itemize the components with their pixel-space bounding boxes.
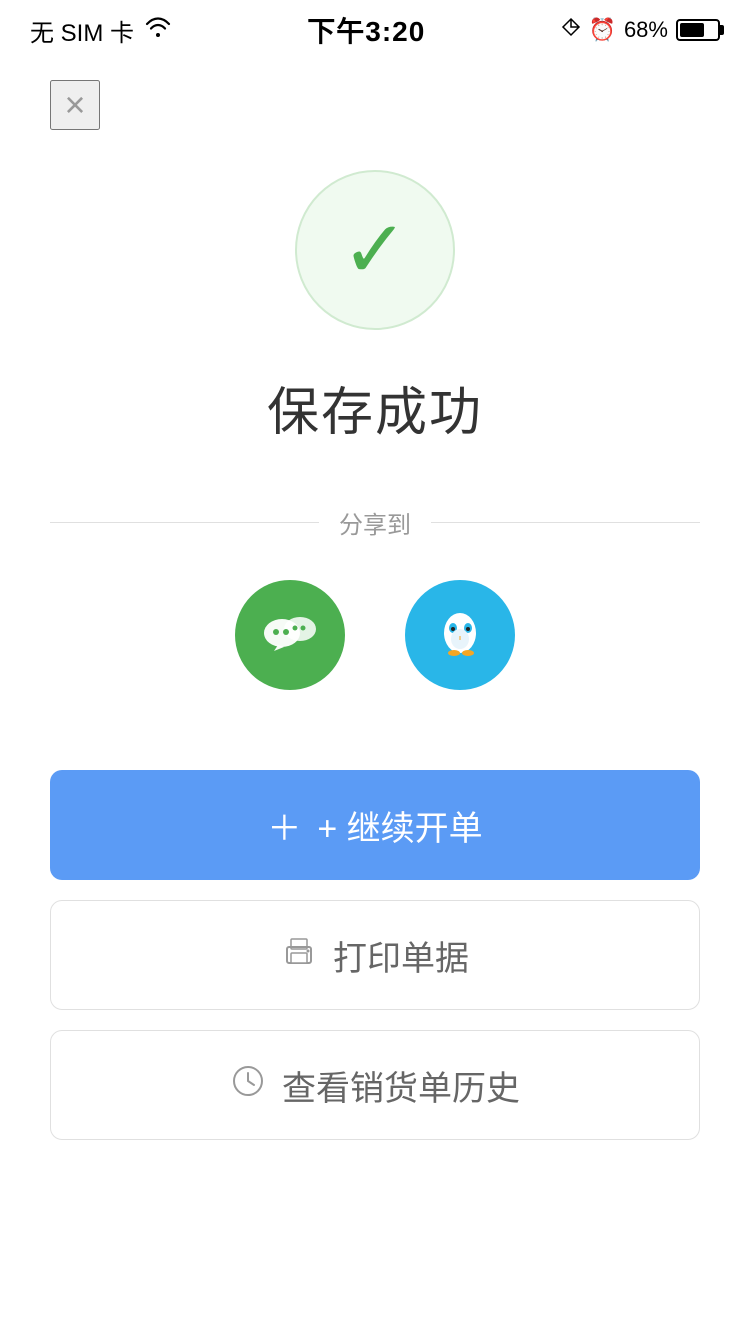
print-label: 打印单据 — [333, 931, 469, 980]
battery-icon — [676, 19, 720, 41]
success-circle: ✓ — [295, 170, 455, 330]
history-icon — [230, 1063, 266, 1108]
status-bar: 无 SIM 卡 下午3:20 ⏰ 68% — [0, 0, 750, 60]
sim-label: 无 SIM 卡 — [30, 13, 134, 48]
plus-icon: ＋ — [267, 801, 301, 850]
close-button[interactable]: × — [50, 80, 100, 130]
wechat-share-button[interactable] — [235, 580, 345, 690]
checkmark-icon: ✓ — [341, 210, 408, 290]
wechat-logo — [258, 603, 323, 668]
continue-order-label: + 继续开单 — [317, 801, 482, 850]
location-icon — [561, 17, 581, 43]
qq-share-button[interactable] — [405, 580, 515, 690]
share-label: 分享到 — [339, 505, 411, 540]
status-time: 下午3:20 — [307, 10, 425, 50]
continue-order-button[interactable]: ＋ + 继续开单 — [50, 770, 700, 880]
print-button[interactable]: 打印单据 — [50, 900, 700, 1010]
printer-icon — [281, 933, 317, 978]
wifi-icon — [144, 17, 172, 43]
history-label: 查看销货单历史 — [282, 1061, 520, 1110]
qq-logo — [428, 603, 493, 668]
share-divider: 分享到 — [50, 505, 700, 540]
battery-percent: 68% — [624, 17, 668, 43]
success-title: 保存成功 — [267, 370, 483, 445]
history-button[interactable]: 查看销货单历史 — [50, 1030, 700, 1140]
main-content: × ✓ 保存成功 分享到 — [0, 60, 750, 1180]
divider-line-right — [431, 522, 700, 523]
alarm-icon: ⏰ — [589, 17, 616, 43]
status-left: 无 SIM 卡 — [30, 13, 172, 48]
action-buttons: ＋ + 继续开单 打印单据 查看销货单历史 — [50, 770, 700, 1140]
close-icon: × — [64, 87, 85, 123]
divider-line-left — [50, 522, 319, 523]
share-icons-container — [235, 580, 515, 690]
status-right: ⏰ 68% — [561, 17, 720, 43]
